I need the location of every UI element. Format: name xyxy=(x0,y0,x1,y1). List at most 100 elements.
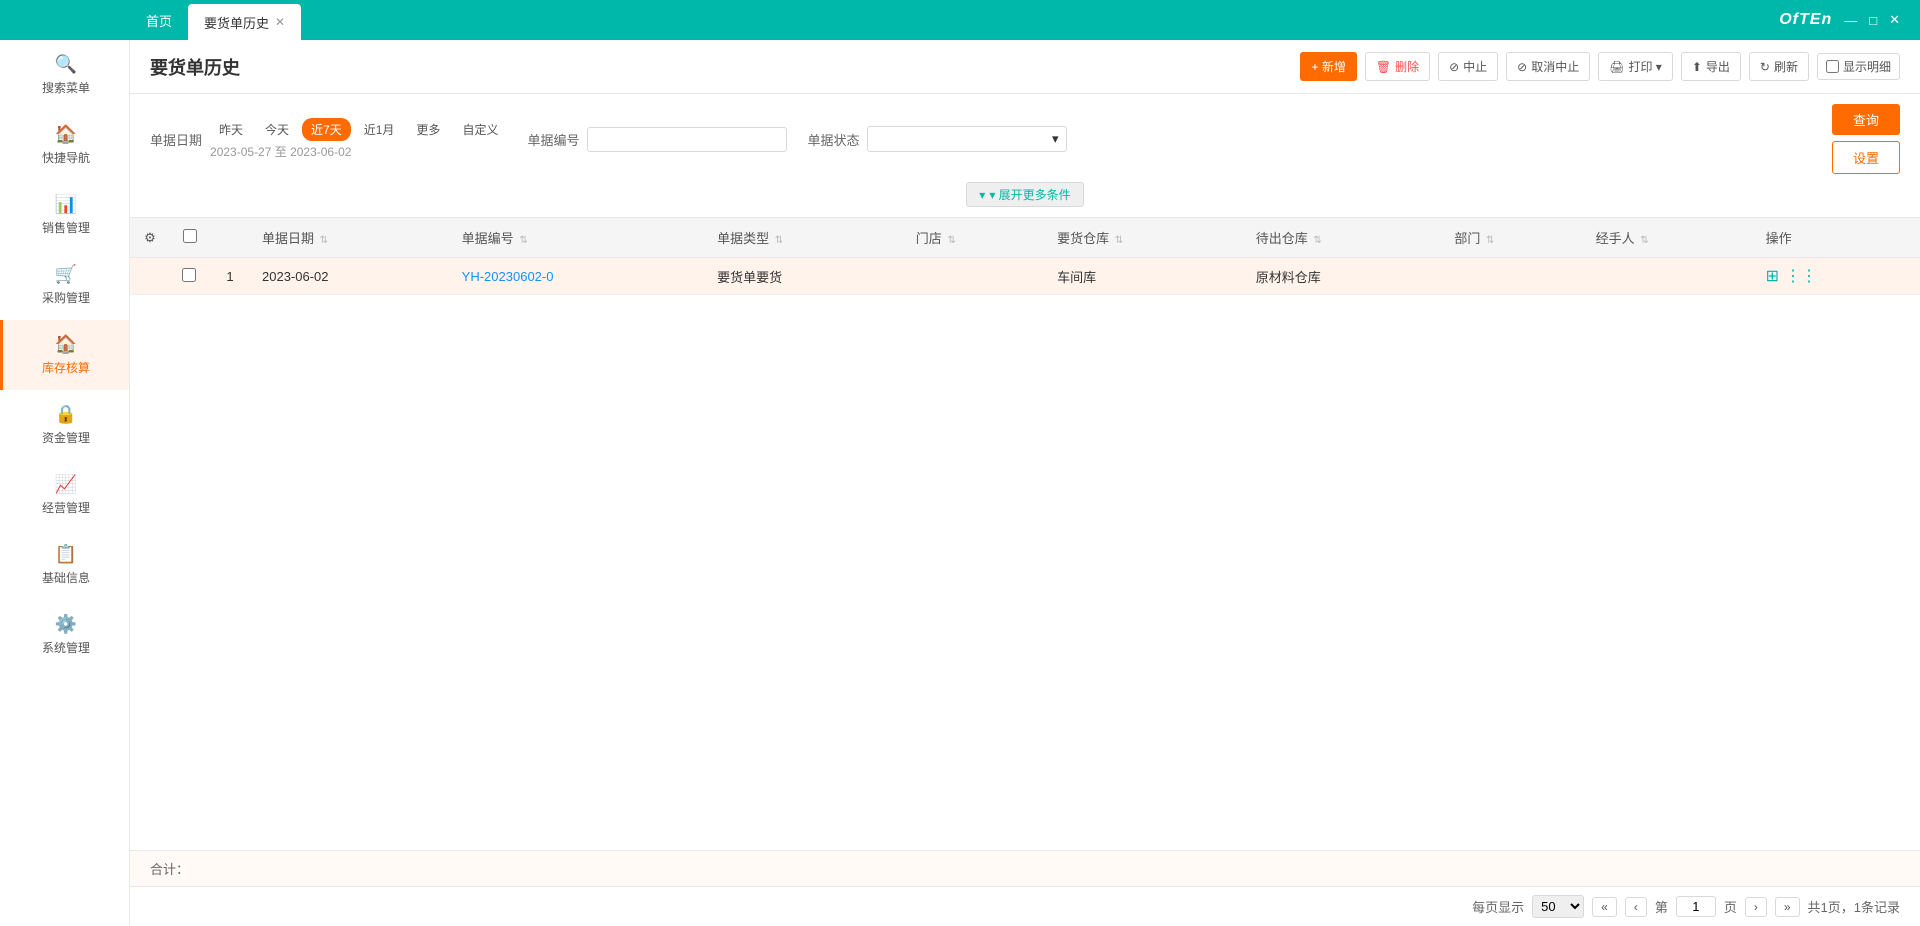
stop-icon: ⊘ xyxy=(1449,60,1459,74)
inventory-icon: 🏠 xyxy=(55,334,77,355)
lock-icon: 🔒 xyxy=(55,404,77,425)
sort-handler-icon: ⇅ xyxy=(1640,235,1648,246)
chart-icon: 📊 xyxy=(55,194,77,215)
col-dept[interactable]: 部门 ⇅ xyxy=(1442,218,1583,258)
filter-row-1: 单据日期 昨天 今天 近7天 近1月 更多 自定义 2023-05-27 至 2… xyxy=(150,104,1900,174)
col-num xyxy=(210,218,250,258)
date-btn-today[interactable]: 今天 xyxy=(256,118,298,141)
row-doc-type: 要货单要货 xyxy=(705,258,904,295)
window-minimize[interactable]: — xyxy=(1844,13,1857,28)
per-page-select[interactable]: 50 100 200 xyxy=(1532,895,1584,918)
doc-status-label: 单据状态 xyxy=(807,130,859,149)
table-header-row: ⚙ 单据日期 ⇅ 单据编号 ⇅ xyxy=(130,218,1920,258)
cancel-stop-icon: ⊘ xyxy=(1517,60,1527,74)
print-button[interactable]: 🖨 打印 ▾ xyxy=(1598,52,1673,81)
cart-icon: 🛒 xyxy=(55,264,77,285)
sidebar-item-quick-nav[interactable]: 🏠 快捷导航 xyxy=(0,110,129,180)
export-button[interactable]: ⬆ 导出 xyxy=(1681,52,1741,81)
page-label: 第 xyxy=(1655,897,1668,916)
sidebar-item-inventory[interactable]: 🏠 库存核算 xyxy=(0,320,129,390)
col-operation: 操作 xyxy=(1754,218,1920,258)
first-page-button[interactable]: « xyxy=(1592,897,1617,917)
row-dept xyxy=(1442,258,1583,295)
row-edit-icon[interactable]: ⊞ xyxy=(1766,266,1779,286)
sort-doc-date-icon: ⇅ xyxy=(320,235,328,246)
page-suffix: 页 xyxy=(1724,897,1737,916)
window-close[interactable]: ✕ xyxy=(1889,12,1900,28)
col-doc-date[interactable]: 单据日期 ⇅ xyxy=(250,218,450,258)
delete-button[interactable]: 🗑 🗑 删除 删除 xyxy=(1365,52,1430,81)
total-label: 合计： xyxy=(150,862,189,877)
per-page-label: 每页显示 xyxy=(1472,897,1524,916)
sidebar-item-purchase-mgmt[interactable]: 🛒 采购管理 xyxy=(0,250,129,320)
search-icon: 🔍 xyxy=(55,54,77,75)
sidebar-item-ops-mgmt[interactable]: 📈 经营管理 xyxy=(0,460,129,530)
expand-icon: ▾ xyxy=(979,188,985,202)
new-button[interactable]: + 新增 xyxy=(1300,52,1356,81)
page-header: 要货单历史 + 新增 🗑 🗑 删除 删除 ⊘ 中止 ⊘ 取消中止 🖨 xyxy=(130,40,1920,94)
row-doc-no: YH-20230602-0 xyxy=(450,258,705,295)
brand-logo: OfTEn xyxy=(1779,11,1832,29)
row-settings xyxy=(130,258,170,295)
row-pending-warehouse: 原材料仓库 xyxy=(1244,258,1443,295)
sidebar-item-finance-mgmt[interactable]: 🔒 资金管理 xyxy=(0,390,129,460)
refresh-button[interactable]: ↻ 刷新 xyxy=(1749,52,1809,81)
table-body: 1 2023-06-02 YH-20230602-0 要货单要货 车间库 原材料… xyxy=(130,258,1920,295)
col-store[interactable]: 门店 ⇅ xyxy=(904,218,1045,258)
col-pending-warehouse[interactable]: 待出仓库 ⇅ xyxy=(1244,218,1443,258)
doc-status-select[interactable]: ▾ xyxy=(867,126,1067,152)
sidebar-item-sales-mgmt[interactable]: 📊 销售管理 xyxy=(0,180,129,250)
col-doc-type[interactable]: 单据类型 ⇅ xyxy=(705,218,904,258)
settings-button[interactable]: 设置 xyxy=(1832,141,1900,174)
col-settings[interactable]: ⚙ xyxy=(130,218,170,258)
date-btn-more[interactable]: 更多 xyxy=(407,118,449,141)
row-num: 1 xyxy=(210,258,250,295)
basic-info-icon: 📋 xyxy=(55,544,77,565)
query-buttons: 查询 设置 xyxy=(1832,104,1900,174)
sidebar-item-sys-mgmt[interactable]: ⚙️ 系统管理 xyxy=(0,600,129,670)
display-detail-button[interactable]: 显示明细 xyxy=(1817,53,1900,80)
doc-no-link[interactable]: YH-20230602-0 xyxy=(462,269,554,284)
tab-requisition-history[interactable]: 要货单历史 ✕ xyxy=(188,4,301,40)
select-all-checkbox[interactable] xyxy=(183,229,197,243)
row-more-icon[interactable]: ⋮⋮ xyxy=(1785,266,1817,286)
data-table: ⚙ 单据日期 ⇅ 单据编号 ⇅ xyxy=(130,218,1920,295)
date-btn-custom[interactable]: 自定义 xyxy=(453,118,507,141)
top-bar: 首页 要货单历史 ✕ OfTEn — □ ✕ xyxy=(0,0,1920,40)
next-page-button[interactable]: › xyxy=(1745,897,1767,917)
row-select-checkbox[interactable] xyxy=(182,268,196,282)
stop-button[interactable]: ⊘ 中止 xyxy=(1438,52,1498,81)
col-req-warehouse[interactable]: 要货仓库 ⇅ xyxy=(1045,218,1244,258)
sidebar-item-basic-info[interactable]: 📋 基础信息 xyxy=(0,530,129,600)
ops-icon: 📈 xyxy=(55,474,77,495)
expand-more-row: ▾ ▾ 展开更多条件 xyxy=(150,182,1900,207)
date-btn-recent1month[interactable]: 近1月 xyxy=(355,118,404,141)
date-btn-recent7[interactable]: 近7天 xyxy=(302,118,351,141)
cancel-stop-button[interactable]: ⊘ 取消中止 xyxy=(1506,52,1590,81)
row-handler xyxy=(1584,258,1754,295)
row-store xyxy=(904,258,1045,295)
filter-doc-date: 单据日期 昨天 今天 近7天 近1月 更多 自定义 2023-05-27 至 2… xyxy=(150,118,507,160)
last-page-button[interactable]: » xyxy=(1775,897,1800,917)
page-number-input[interactable] xyxy=(1676,896,1716,917)
sort-doc-type-icon: ⇅ xyxy=(775,235,783,246)
sort-doc-no-icon: ⇅ xyxy=(519,235,527,246)
query-button[interactable]: 查询 xyxy=(1832,104,1900,135)
doc-date-label: 单据日期 xyxy=(150,130,202,149)
expand-more-button[interactable]: ▾ ▾ 展开更多条件 xyxy=(966,182,1083,207)
display-detail-checkbox[interactable] xyxy=(1826,60,1839,73)
page-title: 要货单历史 xyxy=(150,54,240,80)
sort-req-warehouse-icon: ⇅ xyxy=(1115,235,1123,246)
col-handler[interactable]: 经手人 ⇅ xyxy=(1584,218,1754,258)
date-btn-yesterday[interactable]: 昨天 xyxy=(210,118,252,141)
table-footer: 合计： xyxy=(130,850,1920,886)
sidebar-item-search-menu[interactable]: 🔍 搜索菜单 xyxy=(0,40,129,110)
doc-no-input[interactable] xyxy=(587,127,787,152)
tab-home[interactable]: 首页 xyxy=(130,0,188,40)
table-row: 1 2023-06-02 YH-20230602-0 要货单要货 车间库 原材料… xyxy=(130,258,1920,295)
pagination: 每页显示 50 100 200 « ‹ 第 页 › » 共1页，1条记录 xyxy=(130,886,1920,926)
col-doc-no[interactable]: 单据编号 ⇅ xyxy=(450,218,705,258)
window-maximize[interactable]: □ xyxy=(1869,13,1877,28)
tab-close-icon[interactable]: ✕ xyxy=(275,15,285,29)
prev-page-button[interactable]: ‹ xyxy=(1625,897,1647,917)
